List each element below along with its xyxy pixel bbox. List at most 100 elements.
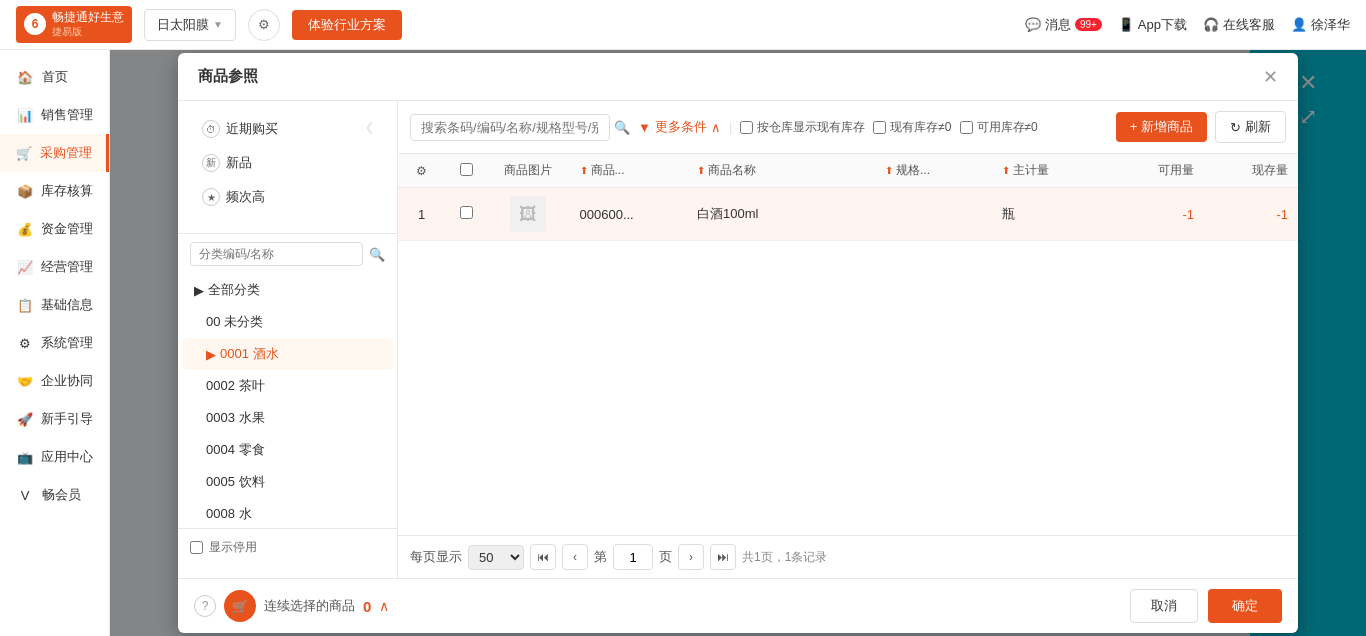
experience-button[interactable]: 体验行业方案 [292, 10, 402, 40]
guide-icon: 🚀 [16, 410, 33, 428]
cancel-button[interactable]: 取消 [1130, 589, 1198, 623]
row-seq: 1 [398, 188, 445, 241]
prev-page-button[interactable]: ‹ [562, 544, 588, 570]
page-summary: 共1页，1条记录 [742, 549, 827, 566]
cart-button[interactable]: 🛒 [224, 590, 256, 622]
notification-btn[interactable]: 💬 消息 99+ [1025, 16, 1102, 34]
toolbar: 🔍 ▼ 更多条件 ∧ | 按仓库显示现有库存 [398, 101, 1298, 154]
nav-right: 💬 消息 99+ 📱 App下载 🎧 在线客服 👤 徐泽华 [1025, 16, 1350, 34]
branch-selector[interactable]: 日太阳膜 ▼ [144, 9, 236, 41]
select-all-checkbox[interactable] [460, 163, 473, 176]
per-page-select[interactable]: 50 20 100 [468, 545, 524, 570]
right-panel: 🔍 ▼ 更多条件 ∧ | 按仓库显示现有库存 [398, 101, 1298, 578]
inventory-icon: 📦 [16, 182, 33, 200]
category-search-input[interactable] [190, 242, 363, 266]
product-thumbnail: 🖼 [510, 196, 546, 232]
checkbox-stock-ne0[interactable]: 现有库存≠0 [873, 119, 951, 136]
product-search-button[interactable]: 🔍 [614, 120, 630, 135]
app-name: 畅捷通好生意 [52, 10, 124, 24]
left-panel: ⏱ 近期购买 《 新 新品 ★ 频次高 [178, 101, 398, 578]
app-download-btn[interactable]: 📱 App下载 [1118, 16, 1187, 34]
filter-button[interactable]: ▼ 更多条件 ∧ [638, 118, 721, 136]
col-header-code[interactable]: ⬆ 商品... [570, 154, 687, 188]
checkbox-warehouse[interactable]: 按仓库显示现有库存 [740, 119, 865, 136]
sidebar-item-apps[interactable]: 📺 应用中心 [0, 438, 109, 476]
system-icon: ⚙ [16, 334, 33, 352]
star-icon: ★ [202, 188, 220, 206]
footer-buttons: 取消 确定 [1130, 589, 1282, 623]
confirm-button[interactable]: 确定 [1208, 589, 1282, 623]
tree-item-all[interactable]: ▶ 全部分类 [182, 274, 393, 306]
collapse-up-icon[interactable]: ∧ [379, 598, 389, 614]
sidebar-item-home[interactable]: 🏠 首页 [0, 58, 109, 96]
checkbox-avail-ne0[interactable]: 可用库存≠0 [960, 119, 1038, 136]
row-spec [875, 188, 992, 241]
row-name: 白酒100ml [687, 188, 875, 241]
sidebar-item-management[interactable]: 📈 经营管理 [0, 248, 109, 286]
category-search-button[interactable]: 🔍 [369, 247, 385, 262]
sidebar-item-finance[interactable]: 💰 资金管理 [0, 210, 109, 248]
settings-icon[interactable]: ⚙ [248, 9, 280, 41]
product-search-input[interactable] [410, 114, 610, 141]
row-checkbox[interactable] [460, 206, 473, 219]
member-icon: V [16, 486, 34, 504]
sidebar-item-system[interactable]: ⚙ 系统管理 [0, 324, 109, 362]
dialog-body: ⏱ 近期购买 《 新 新品 ★ 频次高 [178, 101, 1298, 578]
dialog-header: 商品参照 ✕ [178, 53, 1298, 101]
col-header-settings[interactable]: ⚙ [398, 154, 445, 188]
tree-item-0003[interactable]: 0003 水果 [182, 402, 393, 434]
purchase-icon: 🛒 [16, 144, 32, 162]
avail-ne0-checkbox[interactable] [960, 121, 973, 134]
dialog-close-button[interactable]: ✕ [1263, 68, 1278, 86]
sidebar: 🏠 首页 📊 销售管理 🛒 采购管理 📦 库存核算 💰 资金管理 📈 经营管理 … [0, 50, 110, 636]
finance-icon: 💰 [16, 220, 33, 238]
sidebar-item-collab[interactable]: 🤝 企业协同 [0, 362, 109, 400]
show-disabled-checkbox[interactable] [190, 541, 203, 554]
first-page-button[interactable]: ⏮ [530, 544, 556, 570]
sidebar-item-member[interactable]: V 畅会员 [0, 476, 109, 514]
tree-item-0008[interactable]: 0008 水 [182, 498, 393, 528]
dialog-title: 商品参照 [198, 67, 258, 86]
col-header-avail: 可用量 [1086, 154, 1203, 188]
refresh-button[interactable]: ↻ 刷新 [1215, 111, 1286, 143]
logo-icon: 6 [24, 13, 46, 35]
row-image-cell: 🖼 [487, 188, 569, 241]
online-service-btn[interactable]: 🎧 在线客服 [1203, 16, 1275, 34]
category-tree: ▶ 全部分类 00 未分类 ▶ 0001 酒水 0002 茶 [178, 274, 397, 528]
user-profile[interactable]: 👤 徐泽华 [1291, 16, 1350, 34]
sidebar-item-sales[interactable]: 📊 销售管理 [0, 96, 109, 134]
management-icon: 📈 [16, 258, 33, 276]
logo[interactable]: 6 畅捷通好生意 捷易版 [16, 6, 132, 42]
filter-icon: ▼ [638, 120, 651, 135]
recent-purchase-btn[interactable]: ⏱ 近期购买 《 [190, 113, 385, 145]
new-product-btn[interactable]: 新 新品 [190, 147, 385, 179]
sidebar-item-inventory[interactable]: 📦 库存核算 [0, 172, 109, 210]
sidebar-item-guide[interactable]: 🚀 新手引导 [0, 400, 109, 438]
stock-ne0-checkbox[interactable] [873, 121, 886, 134]
col-header-name[interactable]: ⬆ 商品名称 [687, 154, 875, 188]
cart-count: 0 [363, 598, 371, 615]
help-icon[interactable]: ? [194, 595, 216, 617]
table-row[interactable]: 1 🖼 [398, 188, 1298, 241]
page-number-input[interactable] [613, 544, 653, 570]
sidebar-item-info[interactable]: 📋 基础信息 [0, 286, 109, 324]
tree-item-0002[interactable]: 0002 茶叶 [182, 370, 393, 402]
add-product-button[interactable]: + 新增商品 [1116, 112, 1207, 142]
tree-item-0001[interactable]: ▶ 0001 酒水 [182, 338, 393, 370]
col-header-img: 商品图片 [487, 154, 569, 188]
tree-arrow-icon: ▶ [194, 283, 204, 298]
sidebar-item-purchase[interactable]: 🛒 采购管理 [0, 134, 109, 172]
headset-icon: 🎧 [1203, 17, 1219, 32]
high-freq-btn[interactable]: ★ 频次高 [190, 181, 385, 213]
product-table: ⚙ 商品图片 [398, 154, 1298, 535]
new-icon: 新 [202, 154, 220, 172]
tree-item-0004[interactable]: 0004 零食 [182, 434, 393, 466]
next-page-button[interactable]: › [678, 544, 704, 570]
warehouse-checkbox[interactable] [740, 121, 753, 134]
tree-item-00[interactable]: 00 未分类 [182, 306, 393, 338]
col-header-spec[interactable]: ⬆ 规格... [875, 154, 992, 188]
show-disabled-label[interactable]: 显示停用 [209, 539, 257, 556]
tree-item-0005[interactable]: 0005 饮料 [182, 466, 393, 498]
collapse-icon[interactable]: 《 [359, 120, 373, 138]
last-page-button[interactable]: ⏭ [710, 544, 736, 570]
